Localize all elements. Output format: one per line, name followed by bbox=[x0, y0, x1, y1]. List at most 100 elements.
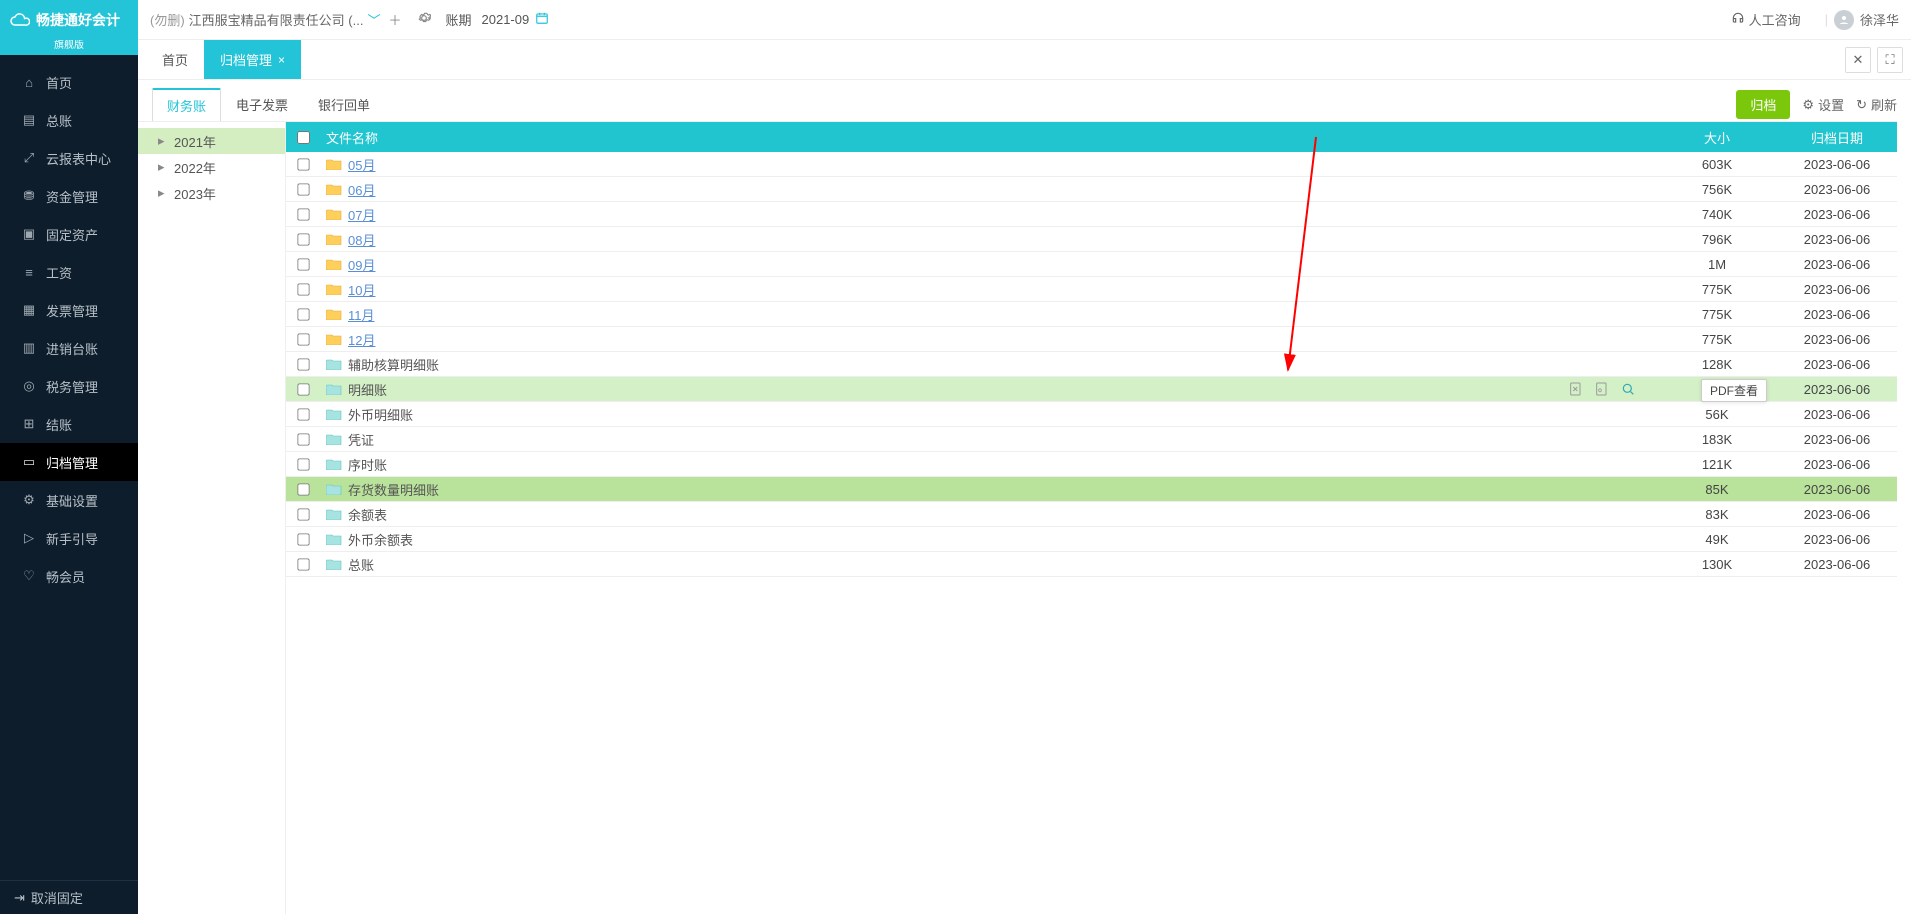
sidebar-footer-label: 取消固定 bbox=[31, 888, 83, 907]
close-tab-button[interactable]: ✕ bbox=[1845, 47, 1871, 73]
table-row[interactable]: 06月 756K 2023-06-06 bbox=[286, 177, 1897, 202]
table-row[interactable]: 总账 130K 2023-06-06 bbox=[286, 552, 1897, 577]
calendar-icon[interactable] bbox=[535, 11, 549, 28]
file-name[interactable]: 06月 bbox=[348, 180, 375, 199]
row-checkbox[interactable] bbox=[297, 558, 309, 570]
row-checkbox[interactable] bbox=[297, 483, 309, 495]
table-row[interactable]: 外币明细账 56K 2023-06-06 bbox=[286, 402, 1897, 427]
table-row[interactable]: 12月 775K 2023-06-06 bbox=[286, 327, 1897, 352]
sidebar-item-ledger[interactable]: ▤总账 bbox=[0, 101, 138, 139]
sidebar-item-report[interactable]: ⤢云报表中心 bbox=[0, 139, 138, 177]
sidebar-item-tax[interactable]: ◎税务管理 bbox=[0, 367, 138, 405]
file-name[interactable]: 12月 bbox=[348, 330, 375, 349]
file-table: 文件名称 大小 归档日期 05月 603K 2023-06-06 06月 756… bbox=[286, 122, 1897, 914]
file-name[interactable]: 05月 bbox=[348, 155, 375, 174]
gear-icon[interactable] bbox=[417, 11, 431, 28]
file-name[interactable]: 08月 bbox=[348, 230, 375, 249]
sidebar-item-label: 固定资产 bbox=[46, 225, 98, 244]
table-row[interactable]: 10月 775K 2023-06-06 bbox=[286, 277, 1897, 302]
subtab[interactable]: 银行回单 bbox=[303, 88, 385, 121]
subtab[interactable]: 电子发票 bbox=[221, 88, 303, 121]
row-checkbox[interactable] bbox=[297, 333, 309, 345]
tab[interactable]: 归档管理× bbox=[204, 40, 301, 79]
file-size: 130K bbox=[1657, 557, 1777, 572]
pdf-view-icon[interactable] bbox=[1619, 380, 1637, 398]
file-name[interactable]: 10月 bbox=[348, 280, 375, 299]
table-row[interactable]: 05月 603K 2023-06-06 bbox=[286, 152, 1897, 177]
subtab[interactable]: 财务账 bbox=[152, 88, 221, 122]
excel-export-icon[interactable] bbox=[1567, 380, 1585, 398]
vip-icon: ♡ bbox=[18, 568, 40, 584]
fullscreen-button[interactable]: ⛶ bbox=[1877, 47, 1903, 73]
row-checkbox[interactable] bbox=[297, 283, 309, 295]
sidebar-item-guide[interactable]: ▷新手引导 bbox=[0, 519, 138, 557]
sidebar-item-close[interactable]: ⊞结账 bbox=[0, 405, 138, 443]
file-size: 128K bbox=[1657, 357, 1777, 372]
row-checkbox[interactable] bbox=[297, 433, 309, 445]
table-row[interactable]: 序时账 121K 2023-06-06 bbox=[286, 452, 1897, 477]
table-row[interactable]: 余额表 83K 2023-06-06 bbox=[286, 502, 1897, 527]
row-checkbox[interactable] bbox=[297, 183, 309, 195]
user-menu[interactable]: 徐泽华 bbox=[1834, 10, 1899, 30]
row-checkbox[interactable] bbox=[297, 508, 309, 520]
table-row[interactable]: 明细账 PDF查看 30K 2023-06-06 bbox=[286, 377, 1897, 402]
refresh-button[interactable]: ↻ 刷新 bbox=[1856, 95, 1897, 114]
row-checkbox[interactable] bbox=[297, 158, 309, 170]
row-checkbox[interactable] bbox=[297, 458, 309, 470]
sidebar-item-label: 工资 bbox=[46, 263, 72, 282]
sidebar-item-vip[interactable]: ♡畅会员 bbox=[0, 557, 138, 595]
row-checkbox[interactable] bbox=[297, 233, 309, 245]
file-size: 756K bbox=[1657, 182, 1777, 197]
row-checkbox[interactable] bbox=[297, 358, 309, 370]
chevron-down-icon[interactable]: ﹀ bbox=[367, 10, 380, 29]
sidebar-item-asset[interactable]: ▣ 固定资产 bbox=[0, 215, 138, 253]
sidebar-item-settings[interactable]: ⚙基础设置 bbox=[0, 481, 138, 519]
file-name[interactable]: 11月 bbox=[348, 305, 375, 324]
file-size: 775K bbox=[1657, 332, 1777, 347]
row-checkbox[interactable] bbox=[297, 533, 309, 545]
pdf-export-icon[interactable] bbox=[1593, 380, 1611, 398]
table-row[interactable]: 07月 740K 2023-06-06 bbox=[286, 202, 1897, 227]
row-checkbox[interactable] bbox=[297, 383, 309, 395]
tree-year[interactable]: ▸2021年 bbox=[138, 128, 285, 154]
report-icon: ⤢ bbox=[18, 150, 40, 166]
file-name[interactable]: 09月 bbox=[348, 255, 375, 274]
archive-date: 2023-06-06 bbox=[1777, 382, 1897, 397]
sidebar-item-invoice[interactable]: ▦发票管理 bbox=[0, 291, 138, 329]
support-link[interactable]: 人工咨询 bbox=[1731, 10, 1801, 29]
row-checkbox[interactable] bbox=[297, 408, 309, 420]
sidebar-pin-toggle[interactable]: ⇥ 取消固定 bbox=[0, 880, 138, 914]
table-row[interactable]: 辅助核算明细账 128K 2023-06-06 bbox=[286, 352, 1897, 377]
folder-yellow-icon bbox=[326, 308, 342, 320]
select-all-checkbox[interactable] bbox=[297, 131, 310, 144]
row-checkbox[interactable] bbox=[297, 308, 309, 320]
tree-year[interactable]: ▸2023年 bbox=[138, 180, 285, 206]
table-row[interactable]: 凭证 183K 2023-06-06 bbox=[286, 427, 1897, 452]
tree-year[interactable]: ▸2022年 bbox=[138, 154, 285, 180]
sidebar-item-archive[interactable]: ▭归档管理 bbox=[0, 443, 138, 481]
sidebar-item-funds[interactable]: ⛃资金管理 bbox=[0, 177, 138, 215]
table-row[interactable]: 存货数量明细账 85K 2023-06-06 bbox=[286, 477, 1897, 502]
tab[interactable]: 首页 bbox=[146, 40, 204, 79]
asset-icon: ▣ bbox=[18, 226, 40, 242]
table-row[interactable]: 09月 1M 2023-06-06 bbox=[286, 252, 1897, 277]
table-row[interactable]: 08月 796K 2023-06-06 bbox=[286, 227, 1897, 252]
table-row[interactable]: 外币余额表 49K 2023-06-06 bbox=[286, 527, 1897, 552]
ledger-icon: ▤ bbox=[18, 112, 40, 128]
file-name[interactable]: 07月 bbox=[348, 205, 375, 224]
close-icon[interactable]: × bbox=[278, 53, 285, 67]
add-icon[interactable]: ＋ bbox=[388, 10, 401, 29]
row-checkbox[interactable] bbox=[297, 208, 309, 220]
settings-button[interactable]: ⚙ 设置 bbox=[1802, 95, 1844, 114]
archive-date: 2023-06-06 bbox=[1777, 507, 1897, 522]
archive-button[interactable]: 归档 bbox=[1736, 90, 1790, 119]
period-value[interactable]: 2021-09 bbox=[482, 12, 530, 27]
company-selector[interactable]: 江西服宝精品有限责任公司 (... bbox=[189, 10, 364, 29]
sidebar-item-salary[interactable]: ≡工资 bbox=[0, 253, 138, 291]
archive-icon: ▭ bbox=[18, 454, 40, 470]
table-row[interactable]: 11月 775K 2023-06-06 bbox=[286, 302, 1897, 327]
sidebar-item-home[interactable]: ⌂首页 bbox=[0, 63, 138, 101]
row-checkbox[interactable] bbox=[297, 258, 309, 270]
folder-teal-icon bbox=[326, 458, 342, 470]
sidebar-item-purchase[interactable]: ▥进销台账 bbox=[0, 329, 138, 367]
